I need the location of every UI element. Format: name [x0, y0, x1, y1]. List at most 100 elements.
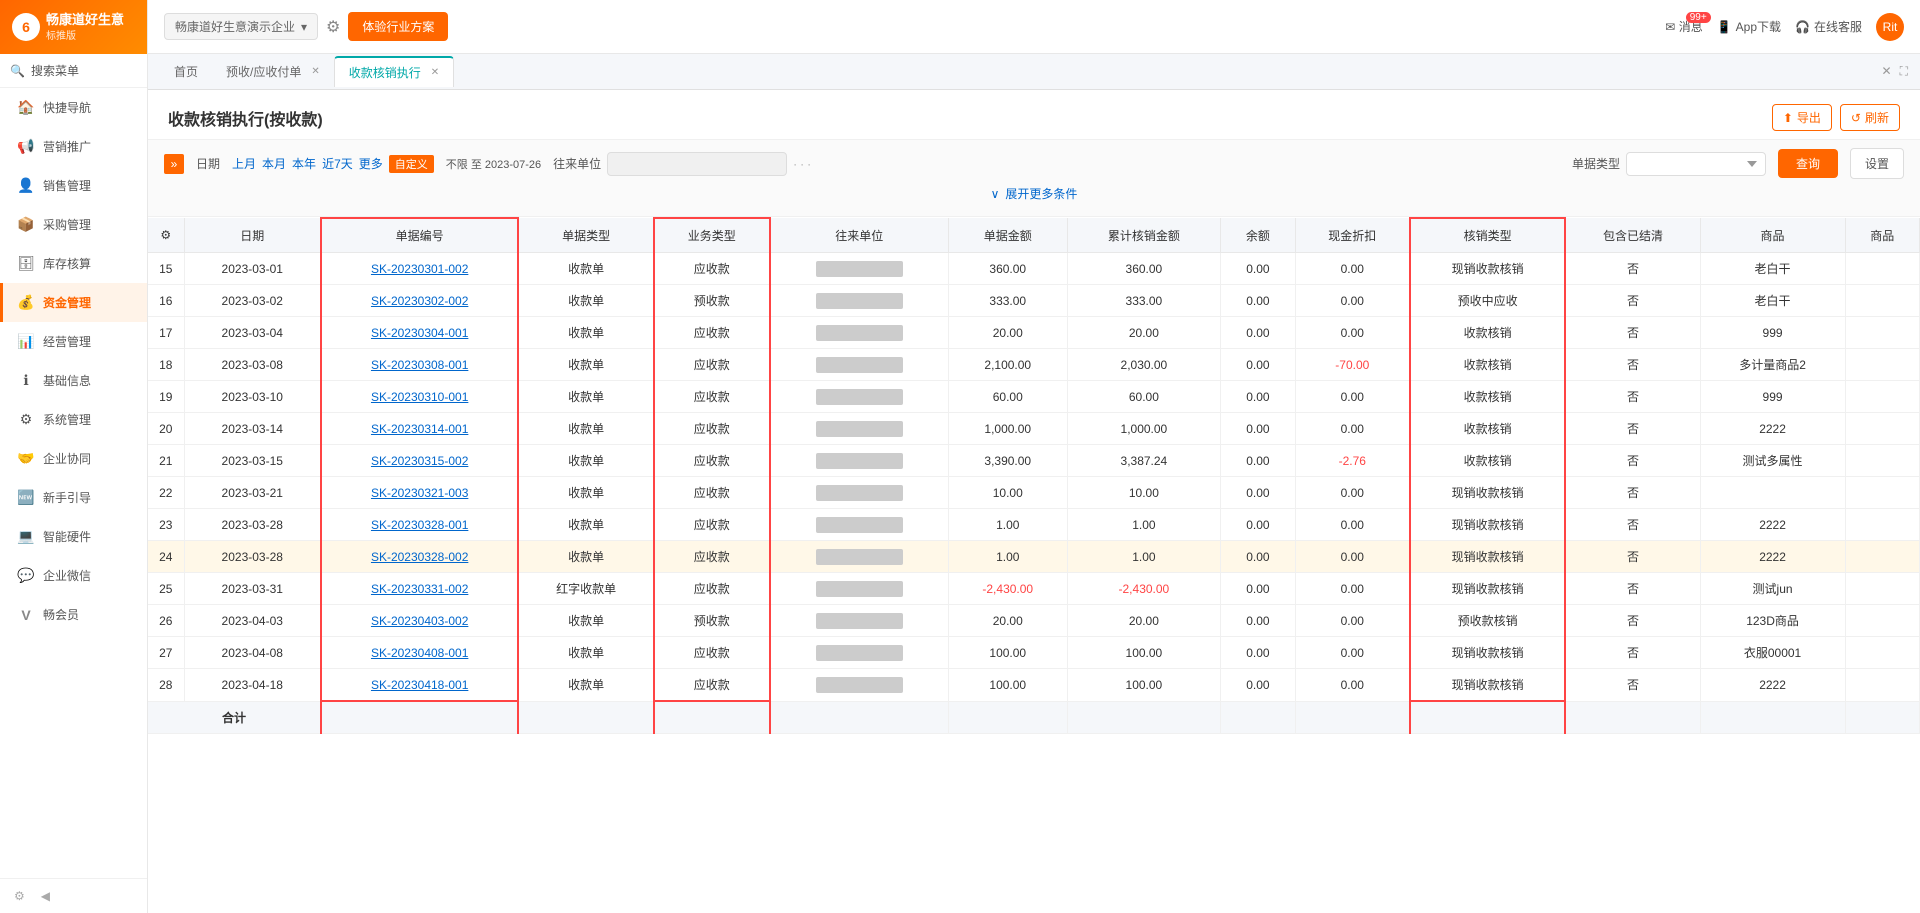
- col-header-product2[interactable]: 商品: [1845, 218, 1920, 253]
- home-icon: 🏠: [17, 99, 35, 116]
- cell-partner: ██████: [770, 509, 949, 541]
- col-header-biztype[interactable]: 业务类型: [654, 218, 770, 253]
- col-header-discount[interactable]: 现金折扣: [1295, 218, 1410, 253]
- settings-icon[interactable]: ⚙: [14, 889, 25, 903]
- col-header-sn[interactable]: 单据编号: [321, 218, 518, 253]
- date-btn-more[interactable]: 更多: [359, 155, 383, 172]
- date-btn-7days[interactable]: 近7天: [322, 155, 353, 172]
- sidebar-item-member[interactable]: V 畅会员: [0, 595, 147, 634]
- sidebar-item-label: 基础信息: [43, 372, 91, 389]
- industry-btn[interactable]: 体验行业方案: [348, 12, 448, 41]
- hardware-icon: 💻: [17, 528, 35, 545]
- cell-xstype: 现销收款核销: [1410, 573, 1565, 605]
- sn-link[interactable]: SK-20230301-002: [371, 262, 468, 276]
- sn-link[interactable]: SK-20230403-002: [371, 614, 468, 628]
- sidebar-item-sales[interactable]: 👤 销售管理: [0, 166, 147, 205]
- sidebar-item-guide[interactable]: 🆕 新手引导: [0, 478, 147, 517]
- close-all-icon[interactable]: ✕: [1882, 64, 1892, 79]
- maximize-icon[interactable]: ⛶: [1900, 64, 1908, 79]
- doc-type-select[interactable]: [1626, 152, 1766, 176]
- table-row: 17 2023-03-04 SK-20230304-001 收款单 应收款 ██…: [148, 317, 1920, 349]
- date-btn-this-month[interactable]: 本月: [262, 155, 286, 172]
- col-header-balance[interactable]: 余额: [1221, 218, 1295, 253]
- tab-collection-close[interactable]: ✕: [431, 67, 439, 78]
- sn-link[interactable]: SK-20230328-002: [371, 550, 468, 564]
- sn-link[interactable]: SK-20230408-001: [371, 646, 468, 660]
- doc-type-label: 单据类型: [1572, 155, 1620, 172]
- company-selector[interactable]: 畅康道好生意演示企业 ▾: [164, 13, 318, 40]
- col-header-setting[interactable]: ⚙: [148, 218, 184, 253]
- sn-link[interactable]: SK-20230315-002: [371, 454, 468, 468]
- cell-biztype: 应收款: [654, 541, 770, 573]
- export-button[interactable]: ⬆ 导出: [1772, 104, 1832, 131]
- sn-link[interactable]: SK-20230304-001: [371, 326, 468, 340]
- search-menu-label: 搜索菜单: [31, 62, 79, 79]
- col-header-xstype[interactable]: 核销类型: [1410, 218, 1565, 253]
- cell-included: 否: [1565, 637, 1700, 669]
- sn-link[interactable]: SK-20230321-003: [371, 486, 468, 500]
- sidebar-item-wechat[interactable]: 💬 企业微信: [0, 556, 147, 595]
- cell-xstype: 收款核销: [1410, 413, 1565, 445]
- sn-link[interactable]: SK-20230331-002: [371, 582, 468, 596]
- date-btn-this-year[interactable]: 本年: [292, 155, 316, 172]
- cell-doctype: 收款单: [518, 541, 654, 573]
- sn-link[interactable]: SK-20230302-002: [371, 294, 468, 308]
- col-header-date[interactable]: 日期: [184, 218, 321, 253]
- col-header-included[interactable]: 包含已结清: [1565, 218, 1700, 253]
- sidebar-item-label: 资金管理: [43, 294, 91, 311]
- sidebar-item-hardware[interactable]: 💻 智能硬件: [0, 517, 147, 556]
- sn-link[interactable]: SK-20230328-001: [371, 518, 468, 532]
- sidebar-item-operations[interactable]: 📊 经营管理: [0, 322, 147, 361]
- cell-balance: 0.00: [1221, 285, 1295, 317]
- service-btn[interactable]: 🎧 在线客服: [1795, 18, 1862, 35]
- settings-gear-icon[interactable]: ⚙: [326, 17, 340, 37]
- sidebar-item-finance[interactable]: 💰 资金管理: [0, 283, 147, 322]
- cell-partner: ██████: [770, 669, 949, 702]
- sidebar-item-system[interactable]: ⚙ 系统管理: [0, 400, 147, 439]
- sidebar-item-inventory[interactable]: 🗄 库存核算: [0, 244, 147, 283]
- col-header-amount[interactable]: 单据金额: [949, 218, 1068, 253]
- user-avatar[interactable]: Rit: [1876, 13, 1904, 41]
- page-title: 收款核销执行(按收款): [168, 106, 323, 130]
- tab-collection[interactable]: 收款核销执行 ✕: [334, 56, 454, 87]
- cell-date: 2023-04-18: [184, 669, 321, 702]
- sidebar-item-label: 企业协同: [43, 450, 91, 467]
- search-menu-item[interactable]: 🔍 搜索菜单: [0, 54, 147, 88]
- sn-link[interactable]: SK-20230314-001: [371, 422, 468, 436]
- sidebar-item-marketing[interactable]: 📢 营销推广: [0, 127, 147, 166]
- sn-link[interactable]: SK-20230418-001: [371, 678, 468, 692]
- partner-input[interactable]: [607, 152, 787, 176]
- table-row: 24 2023-03-28 SK-20230328-002 收款单 应收款 ██…: [148, 541, 1920, 573]
- table-row: 16 2023-03-02 SK-20230302-002 收款单 预收款 ██…: [148, 285, 1920, 317]
- tab-home[interactable]: 首页: [160, 57, 212, 86]
- app-download-btn[interactable]: 📱 App下载: [1717, 18, 1781, 35]
- cell-doctype: 收款单: [518, 445, 654, 477]
- cell-included: 否: [1565, 253, 1700, 285]
- message-btn[interactable]: ✉ 消息 99+: [1665, 18, 1702, 35]
- sidebar-item-enterprise[interactable]: 🤝 企业协同: [0, 439, 147, 478]
- col-header-doctype[interactable]: 单据类型: [518, 218, 654, 253]
- settings-button[interactable]: 设置: [1850, 148, 1904, 179]
- refresh-label: 刷新: [1865, 109, 1889, 126]
- sidebar-item-purchase[interactable]: 📦 采购管理: [0, 205, 147, 244]
- tab-prepay-close[interactable]: ✕: [311, 66, 319, 77]
- col-header-partner[interactable]: 往来单位: [770, 218, 949, 253]
- cell-product2: [1845, 637, 1920, 669]
- col-header-verified[interactable]: 累计核销金额: [1067, 218, 1221, 253]
- refresh-button[interactable]: ↺ 刷新: [1840, 104, 1900, 131]
- search-icon: 🔍: [10, 64, 25, 78]
- cell-date: 2023-03-10: [184, 381, 321, 413]
- sn-link[interactable]: SK-20230308-001: [371, 358, 468, 372]
- filter-toggle-btn[interactable]: »: [164, 154, 184, 174]
- col-header-product1[interactable]: 商品: [1700, 218, 1845, 253]
- query-button[interactable]: 查询: [1778, 149, 1838, 178]
- sidebar-item-basic[interactable]: ℹ 基础信息: [0, 361, 147, 400]
- sn-link[interactable]: SK-20230310-001: [371, 390, 468, 404]
- sidebar-item-quick-nav[interactable]: 🏠 快捷导航: [0, 88, 147, 127]
- date-btn-last-month[interactable]: 上月: [232, 155, 256, 172]
- date-custom-btn[interactable]: 自定义: [389, 155, 434, 173]
- collapse-icon[interactable]: ◀: [41, 889, 50, 903]
- cell-balance: 0.00: [1221, 413, 1295, 445]
- tab-prepay[interactable]: 预收/应收付单 ✕: [212, 57, 334, 86]
- expand-more-btn[interactable]: ∨ 展开更多条件: [164, 179, 1904, 208]
